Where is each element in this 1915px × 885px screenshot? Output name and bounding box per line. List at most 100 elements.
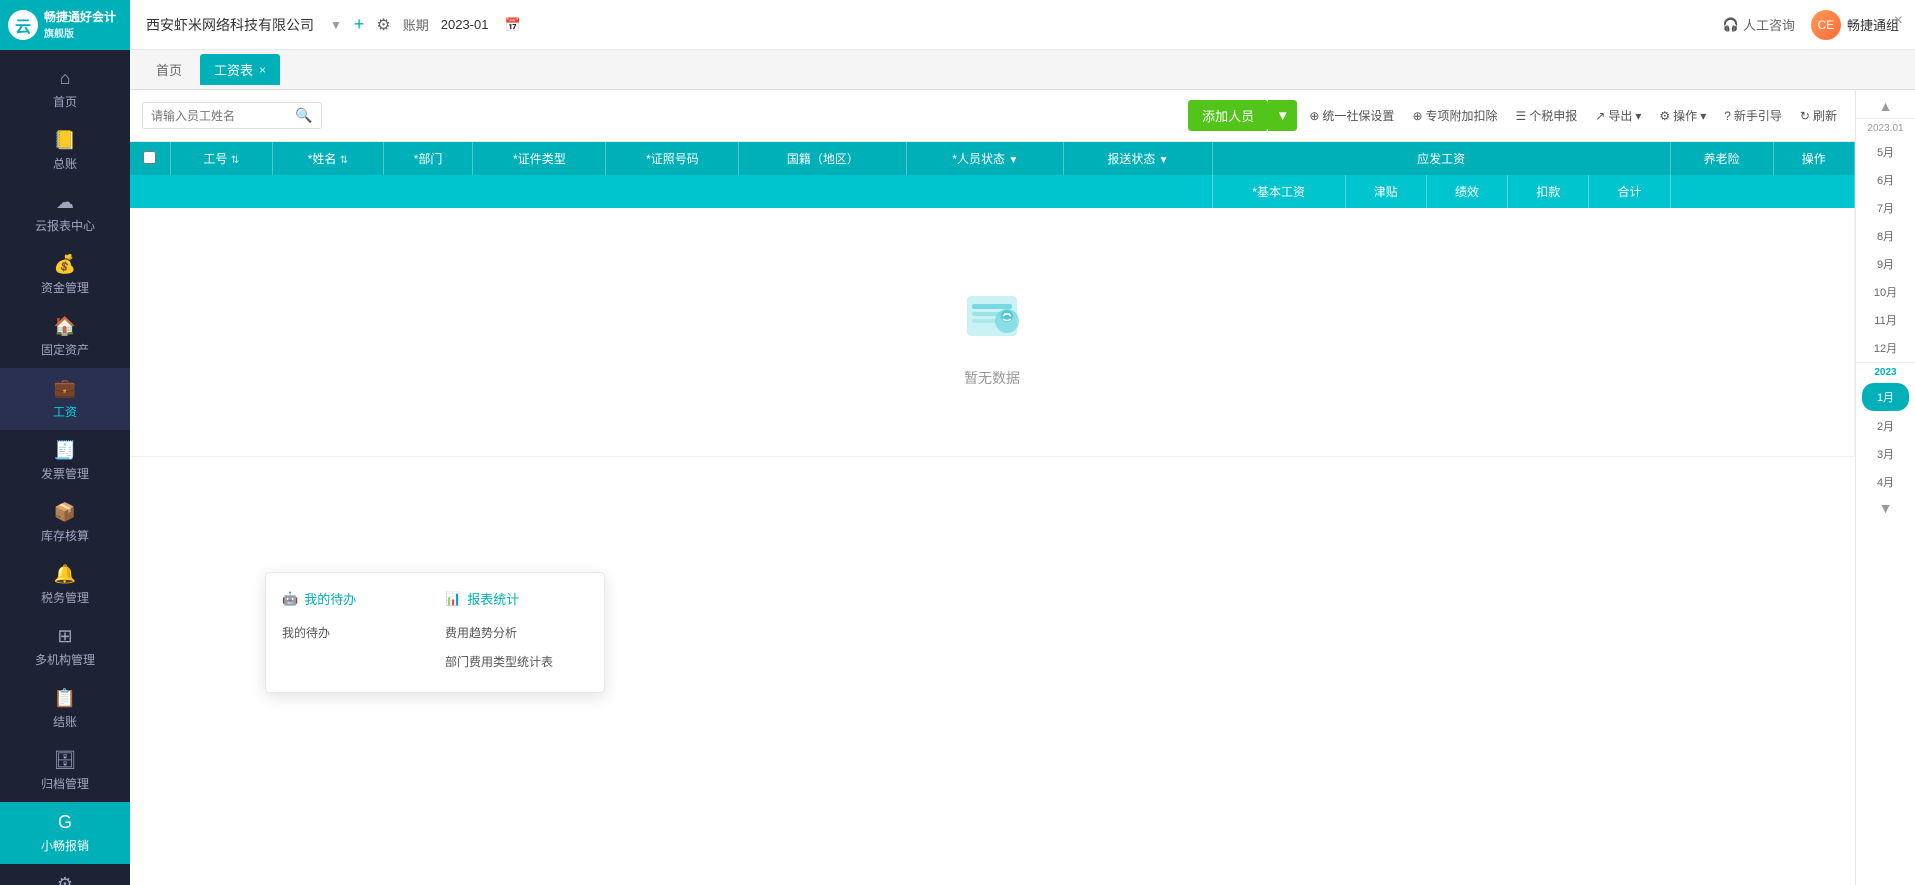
period-label: 账期 — [403, 15, 429, 34]
timeline-month-11[interactable]: 11月 — [1856, 306, 1915, 334]
timeline-month-6[interactable]: 6月 — [1856, 166, 1915, 194]
search-icon[interactable]: 🔍 — [295, 107, 312, 124]
search-input[interactable] — [151, 109, 291, 123]
tax-report-icon: ☰ — [1516, 109, 1527, 123]
deduct-icon: ⊕ — [1412, 109, 1422, 123]
th-base-salary: *基本工资 — [1212, 175, 1345, 208]
sidebar-item-multi[interactable]: ⊞ 多机构管理 — [0, 616, 130, 678]
sidebar-item-ledger[interactable]: 📒 总账 — [0, 120, 130, 182]
toolbar-btn-tax[interactable]: ☰ 个税申报 — [1510, 103, 1584, 128]
invoice-icon: 🧾 — [54, 440, 76, 461]
tab-close-icon[interactable]: × — [259, 63, 266, 77]
th-no: 工号 ⇅ — [170, 142, 272, 175]
th-dept: *部门 — [383, 142, 473, 175]
timeline-month-7[interactable]: 7月 — [1856, 194, 1915, 222]
topbar-setting-icon[interactable]: ⚙ — [376, 15, 390, 35]
popup-item-dept-report[interactable]: 部门费用类型统计表 — [445, 647, 588, 676]
refresh-icon: ↻ — [1800, 109, 1810, 123]
service-button[interactable]: 🎧 人工咨询 — [1723, 15, 1795, 34]
toolbar-btn-actions[interactable]: ⚙ 操作 ▾ — [1653, 103, 1712, 128]
tabs-bar: 首页 工资表 × × — [130, 50, 1915, 90]
th-cert-type: *证件类型 — [473, 142, 606, 175]
th-country: 国籍（地区） — [739, 142, 907, 175]
topbar-right: 🎧 人工咨询 CE 畅捷通组 — [1723, 10, 1899, 40]
timeline-nav-down[interactable]: ▼ — [1875, 496, 1897, 520]
popup-reports-title: 📊 报表统计 — [445, 589, 588, 608]
table-container: 工号 ⇅ *姓名 ⇅ *部门 *证件类型 *证照号码 国籍（地区） *人员状态 … — [130, 142, 1855, 885]
th-sub-empty — [130, 175, 1212, 208]
th-deduct: 扣款 — [1508, 175, 1589, 208]
sidebar-item-closing[interactable]: 📋 结账 — [0, 678, 130, 740]
company-dropdown-icon[interactable]: ▼ — [330, 18, 342, 32]
empty-state: 暂无数据 — [140, 216, 1844, 448]
sidebar-item-xiao[interactable]: G 小畅报销 — [0, 802, 130, 864]
toolbar-btn-export[interactable]: ↗ 导出 ▾ — [1589, 103, 1647, 128]
main-area: 西安虾米网络科技有限公司 ▼ + ⚙ 账期 2023-01 📅 🎧 人工咨询 C… — [130, 0, 1915, 885]
empty-text: 暂无数据 — [964, 368, 1020, 388]
select-all-checkbox[interactable] — [143, 151, 156, 164]
logo-text: 畅捷通好会计 — [44, 10, 116, 24]
th-sub-end — [1670, 175, 1854, 208]
toolbar-btn-deduct[interactable]: ⊕ 专项附加扣除 — [1406, 103, 1503, 128]
timeline-month-4[interactable]: 4月 — [1856, 468, 1915, 496]
user-avatar: CE — [1811, 10, 1841, 40]
sidebar-item-invoice[interactable]: 🧾 发票管理 — [0, 430, 130, 492]
sidebar-item-archive[interactable]: 🗄 归档管理 — [0, 740, 130, 802]
multi-icon: ⊞ — [57, 626, 72, 647]
toolbar: 🔍 添加人员 ▼ ⊕ 统一社保设置 ⊕ 专项附加扣除 — [130, 90, 1855, 142]
th-bonus: 绩效 — [1426, 175, 1507, 208]
topbar-add-icon[interactable]: + — [354, 14, 365, 35]
toolbar-right: 添加人员 ▼ ⊕ 统一社保设置 ⊕ 专项附加扣除 ☰ 个税申报 — [1188, 100, 1843, 131]
report-status-filter-icon[interactable]: ▼ — [1159, 155, 1169, 166]
tab-salary[interactable]: 工资表 × — [200, 54, 280, 85]
salary-icon: 💼 — [54, 378, 76, 399]
toolbar-btn-social[interactable]: ⊕ 统一社保设置 — [1303, 103, 1400, 128]
add-person-label: 添加人员 — [1202, 106, 1254, 125]
timeline-nav-up[interactable]: ▲ — [1875, 94, 1897, 118]
popup-item-trend[interactable]: 费用趋势分析 — [445, 618, 588, 647]
th-actions: 操作 — [1773, 142, 1854, 175]
timeline-month-5[interactable]: 5月 — [1856, 138, 1915, 166]
sidebar-item-basic[interactable]: ⚙ 基础设置 — [0, 864, 130, 885]
calendar-icon[interactable]: 📅 — [504, 17, 520, 33]
add-person-button[interactable]: 添加人员 — [1188, 100, 1268, 131]
assets-icon: 🏠 — [54, 316, 76, 337]
user-profile[interactable]: CE 畅捷通组 — [1811, 10, 1899, 40]
actions-icon: ⚙ — [1659, 109, 1670, 123]
sidebar-item-home[interactable]: ⌂ 首页 — [0, 58, 130, 120]
th-name: *姓名 ⇅ — [272, 142, 383, 175]
add-person-dropdown-button[interactable]: ▼ — [1268, 100, 1297, 131]
timeline-month-3[interactable]: 3月 — [1856, 440, 1915, 468]
timeline-month-9[interactable]: 9月 — [1856, 250, 1915, 278]
timeline-month-2[interactable]: 2月 — [1856, 412, 1915, 440]
th-pension: 养老险 — [1670, 142, 1773, 175]
xiao-icon: G — [58, 812, 72, 833]
page-close-icon[interactable]: × — [1894, 12, 1903, 30]
th-subsidy: 津贴 — [1345, 175, 1426, 208]
dropdown-popup: 🤖 我的待办 我的待办 📊 报表统计 费用趋势分析 部门费用类型统计表 — [265, 572, 605, 693]
sidebar-item-salary[interactable]: 💼 工资 — [0, 368, 130, 430]
timeline-month-10[interactable]: 10月 — [1856, 278, 1915, 306]
sidebar-item-inventory[interactable]: 📦 库存核算 — [0, 492, 130, 554]
app-logo: 云 畅捷通好会计 旗舰版 — [0, 0, 130, 50]
logo-sub: 旗舰版 — [44, 25, 116, 40]
guide-btn-icon: ? — [1724, 109, 1731, 123]
person-status-filter-icon[interactable]: ▼ — [1008, 155, 1018, 166]
toolbar-btn-refresh[interactable]: ↻ 刷新 — [1794, 103, 1843, 128]
sidebar-item-reports[interactable]: ☁ 云报表中心 — [0, 182, 130, 244]
tab-home[interactable]: 首页 — [142, 54, 196, 85]
timeline-month-1[interactable]: 1月 — [1862, 383, 1909, 411]
toolbar-btn-guide[interactable]: ? 新手引导 — [1718, 103, 1788, 128]
empty-illustration — [952, 276, 1032, 356]
timeline-month-12[interactable]: 12月 — [1856, 334, 1915, 362]
sidebar-item-funds[interactable]: 💰 资金管理 — [0, 244, 130, 306]
archive-icon: 🗄 — [54, 750, 77, 771]
sidebar-item-assets[interactable]: 🏠 固定资产 — [0, 306, 130, 368]
closing-icon: 📋 — [54, 688, 76, 709]
timeline-month-8[interactable]: 8月 — [1856, 222, 1915, 250]
th-person-status: *人员状态 ▼ — [907, 142, 1064, 175]
empty-cell: 暂无数据 — [130, 208, 1855, 457]
sidebar-item-tax[interactable]: 🔔 税务管理 — [0, 554, 130, 616]
popup-item-todo[interactable]: 我的待办 — [282, 618, 425, 647]
logo-icon: 云 — [8, 10, 38, 40]
